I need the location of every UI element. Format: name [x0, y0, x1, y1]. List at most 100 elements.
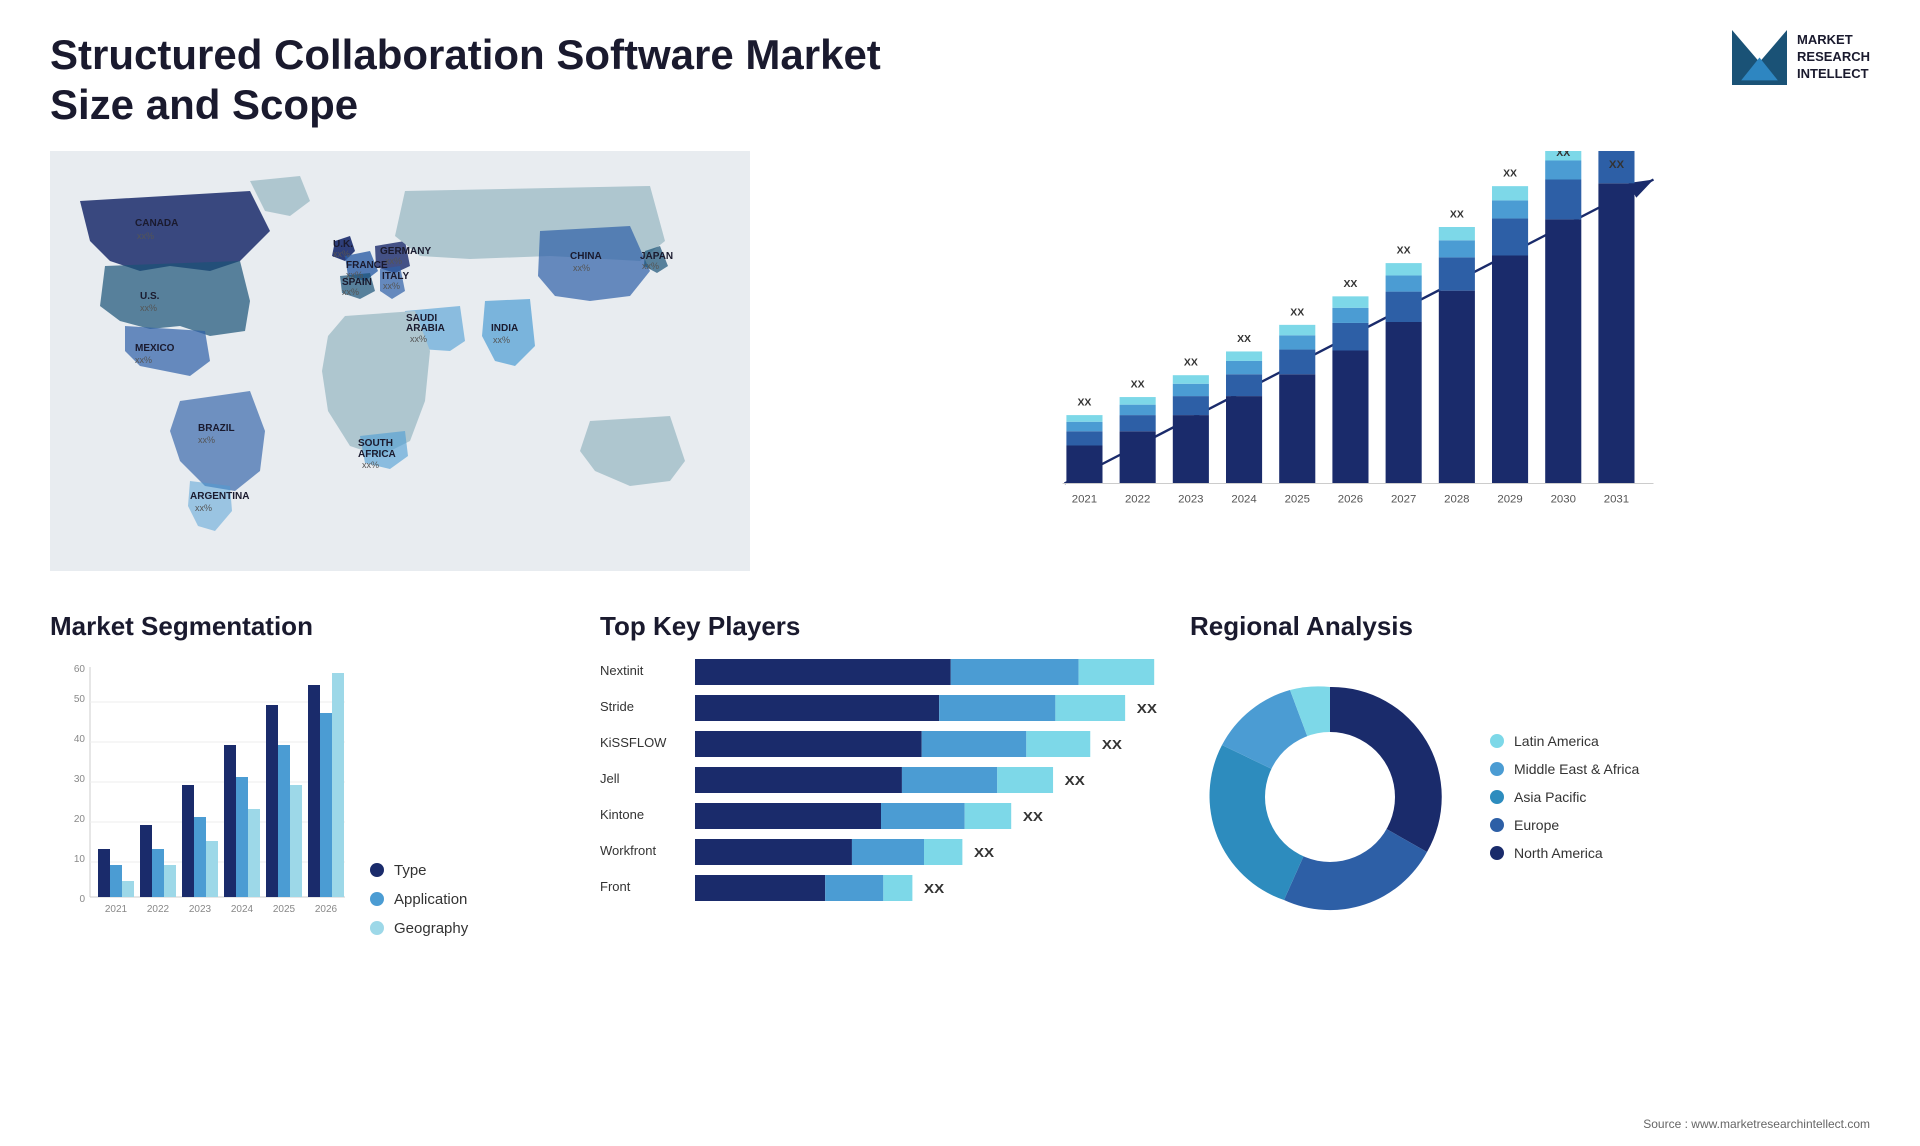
player-row-front: Front XX: [600, 873, 1160, 901]
canada-value: xx%: [137, 231, 154, 241]
svg-text:2026: 2026: [315, 904, 338, 915]
svg-text:XX: XX: [1137, 701, 1158, 716]
svg-text:60: 60: [74, 664, 86, 675]
legend-middle-east: Middle East & Africa: [1490, 761, 1639, 777]
svg-text:XX: XX: [1503, 168, 1517, 179]
svg-text:2025: 2025: [1285, 493, 1310, 505]
logo-box: MARKET RESEARCH INTELLECT: [1732, 30, 1870, 85]
player-row-kintone: Kintone XX: [600, 801, 1160, 829]
svg-text:XX: XX: [1343, 279, 1357, 290]
player-row-jell: Jell XX: [600, 765, 1160, 793]
europe-dot: [1490, 818, 1504, 832]
svg-text:40: 40: [74, 734, 86, 745]
bar-chart-svg: XX XX XX XX: [810, 151, 1870, 531]
us-label: U.S.: [140, 291, 160, 302]
latin-america-dot: [1490, 734, 1504, 748]
saudi-label2: ARABIA: [406, 323, 445, 334]
svg-text:2021: 2021: [105, 904, 128, 915]
svg-text:2025: 2025: [273, 904, 296, 915]
svg-text:0: 0: [79, 894, 85, 905]
svg-text:XX: XX: [1184, 357, 1198, 368]
argentina-value: xx%: [195, 503, 212, 513]
svg-text:XX: XX: [974, 845, 995, 860]
player-bar-front: XX: [695, 873, 1160, 901]
svg-text:2029: 2029: [1497, 493, 1522, 505]
asia-pacific-dot: [1490, 790, 1504, 804]
regional-title: Regional Analysis: [1190, 611, 1870, 642]
player-bar-workfront: XX: [695, 837, 1160, 865]
svg-text:2024: 2024: [231, 904, 254, 915]
legend-type: Type: [370, 862, 468, 879]
svg-text:2027: 2027: [1391, 493, 1416, 505]
brazil-label: BRAZIL: [198, 423, 235, 434]
player-row-stride: Stride XX: [600, 693, 1160, 721]
regional-section: Regional Analysis: [1190, 611, 1870, 1011]
svg-text:XX: XX: [1397, 245, 1411, 256]
svg-text:XX: XX: [1609, 159, 1625, 171]
player-name-front: Front: [600, 879, 685, 894]
world-map-svg: CANADA xx% U.S. xx% MEXICO xx% BRAZIL xx…: [50, 151, 750, 571]
svg-text:30: 30: [74, 774, 86, 785]
italy-value: xx%: [383, 281, 400, 291]
player-name-nextinit: Nextinit: [600, 663, 685, 678]
logo-area: MARKET RESEARCH INTELLECT: [1732, 30, 1870, 85]
southafrica-label: SOUTH: [358, 438, 393, 449]
legend-geography: Geography: [370, 920, 468, 937]
canada-label: CANADA: [135, 218, 178, 229]
type-label: Type: [394, 862, 427, 879]
player-name-stride: Stride: [600, 699, 685, 714]
player-bar-jell: XX: [695, 765, 1160, 793]
geography-label: Geography: [394, 920, 468, 937]
player-row-nextinit: Nextinit XX: [600, 657, 1160, 685]
germany-value: xx%: [385, 256, 402, 266]
southafrica-label2: AFRICA: [358, 449, 396, 460]
svg-text:XX: XX: [1237, 334, 1251, 345]
bar-chart-container: XX XX XX XX: [790, 151, 1870, 591]
middle-east-label: Middle East & Africa: [1514, 761, 1639, 777]
china-value: xx%: [573, 263, 590, 273]
legend-europe: Europe: [1490, 817, 1639, 833]
svg-text:2026: 2026: [1338, 493, 1363, 505]
logo-icon: [1732, 30, 1787, 85]
regional-content: Latin America Middle East & Africa Asia …: [1190, 657, 1870, 937]
saudi-value: xx%: [410, 334, 427, 344]
china-label: CHINA: [570, 251, 602, 262]
page-title: Structured Collaboration Software Market…: [50, 30, 950, 131]
middle-east-dot: [1490, 762, 1504, 776]
svg-text:XX: XX: [1131, 379, 1145, 390]
latin-america-label: Latin America: [1514, 733, 1599, 749]
map-container: CANADA xx% U.S. xx% MEXICO xx% BRAZIL xx…: [50, 151, 750, 591]
player-name-jell: Jell: [600, 771, 685, 786]
legend-application: Application: [370, 891, 468, 908]
top-section: CANADA xx% U.S. xx% MEXICO xx% BRAZIL xx…: [50, 151, 1870, 591]
svg-text:2031: 2031: [1604, 493, 1629, 505]
bottom-section: Market Segmentation 0 10 20 30 40 50 60: [50, 611, 1870, 1011]
southafrica-value: xx%: [362, 460, 379, 470]
player-name-workfront: Workfront: [600, 843, 685, 858]
svg-text:20: 20: [74, 814, 86, 825]
key-players-title: Top Key Players: [600, 611, 1160, 642]
svg-text:2023: 2023: [189, 904, 212, 915]
svg-text:XX: XX: [1290, 307, 1304, 318]
europe-label: Europe: [1514, 817, 1559, 833]
segmentation-title: Market Segmentation: [50, 611, 570, 642]
player-bar-stride: XX: [695, 693, 1160, 721]
svg-text:2021: 2021: [1072, 493, 1097, 505]
india-value: xx%: [493, 335, 510, 345]
north-america-dot: [1490, 846, 1504, 860]
svg-text:2028: 2028: [1444, 493, 1469, 505]
seg-chart-area: 0 10 20 30 40 50 60: [50, 657, 570, 937]
asia-pacific-label: Asia Pacific: [1514, 789, 1586, 805]
application-label: Application: [394, 891, 467, 908]
legend-latin-america: Latin America: [1490, 733, 1639, 749]
segmentation-chart-svg: 0 10 20 30 40 50 60: [50, 657, 350, 937]
svg-text:50: 50: [74, 694, 86, 705]
japan-value: xx%: [642, 261, 659, 271]
north-america-label: North America: [1514, 845, 1603, 861]
donut-chart-svg: [1190, 657, 1470, 937]
svg-text:2030: 2030: [1551, 493, 1576, 505]
key-players-section: Top Key Players Nextinit XX: [600, 611, 1160, 1011]
svg-text:2024: 2024: [1231, 493, 1256, 505]
header: Structured Collaboration Software Market…: [50, 30, 1870, 131]
svg-text:XX: XX: [1023, 809, 1044, 824]
